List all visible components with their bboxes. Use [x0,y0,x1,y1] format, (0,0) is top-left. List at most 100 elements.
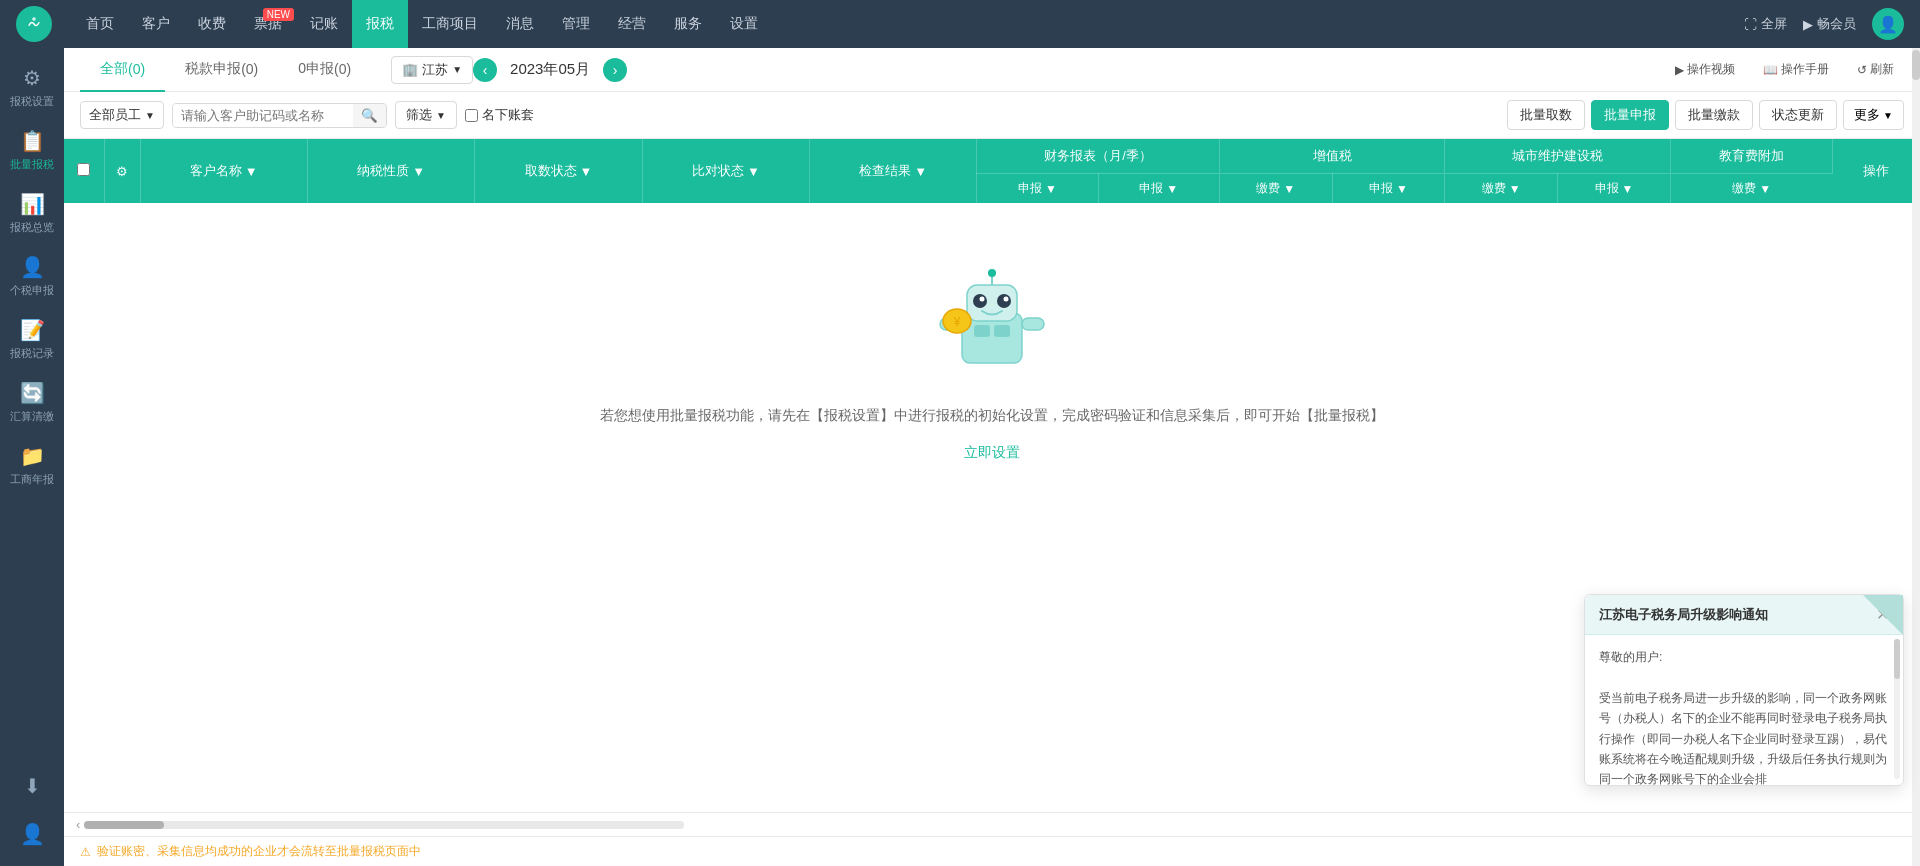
search-input[interactable] [173,104,353,127]
play-icon: ▶ [1803,17,1813,32]
user-avatar[interactable]: 👤 [1872,8,1904,40]
warning-icon: ⚠ [80,845,91,859]
prev-month-button[interactable]: ‹ [473,58,497,82]
sidebar-user[interactable]: 👤 [8,814,56,854]
account-checkbox[interactable] [465,109,478,122]
nav-billing[interactable]: 收费 [184,0,240,48]
vat-dec-filter-icon[interactable]: ▼ [1166,182,1178,196]
batch-declare-btn[interactable]: 批量申报 [1591,100,1669,130]
tab-tax-declaration[interactable]: 税款申报(0) [165,48,278,92]
empty-state-cell: ¥ 若您想使用批量报税功能，请先在【报税设置】中进行报税的初始化设置，完成密码验… [64,203,1920,522]
check-filter-icon[interactable]: ▼ [914,164,927,179]
sidebar-item-annual-report[interactable]: 📁 工商年报 [0,434,64,497]
month-navigator: ‹ 2023年05月 › [473,58,627,82]
employee-label: 全部员工 [89,106,141,124]
nav-invoice[interactable]: 票据 NEW [240,0,296,48]
batch-fetch-btn[interactable]: 批量取数 [1507,100,1585,130]
sidebar-item-settlement[interactable]: 🔄 汇算清缴 [0,371,64,434]
filter-button[interactable]: 筛选 ▼ [395,101,457,129]
nav-home[interactable]: 首页 [72,0,128,48]
region-selector[interactable]: 🏢 江苏 ▼ [391,56,473,84]
sidebar-download[interactable]: ⬇ [8,766,56,806]
svg-text:¥: ¥ [953,315,961,329]
status-bar: ⚠ 验证账密、采集信息均成功的企业才会流转至批量报税页面中 [64,836,1920,866]
tab-action-btns: ▶ 操作视频 📖 操作手册 ↺ 刷新 [1665,57,1904,82]
th-city-tax: 城市维护建设税 [1445,139,1671,174]
svg-rect-10 [974,325,990,337]
operation-video-btn[interactable]: ▶ 操作视频 [1665,57,1745,82]
svg-point-5 [997,294,1011,308]
page-scrollbar[interactable] [1912,48,1920,866]
compare-filter-icon[interactable]: ▼ [747,164,760,179]
nav-customer[interactable]: 客户 [128,0,184,48]
th-vat-declare: 申报▼ [1098,174,1219,204]
city-dec-filter-icon[interactable]: ▼ [1396,182,1408,196]
nav-business[interactable]: 工商项目 [408,0,492,48]
nav-bookkeeping[interactable]: 记账 [296,0,352,48]
nav-business-op[interactable]: 经营 [604,0,660,48]
svg-rect-9 [1022,318,1044,330]
select-all-checkbox[interactable] [77,163,90,176]
more-btn[interactable]: 更多 ▼ [1843,100,1904,130]
tab-bar-right: ▶ 操作视频 📖 操作手册 ↺ 刷新 [1665,57,1904,82]
city-pay-filter-icon[interactable]: ▼ [1509,182,1521,196]
nav-items: 首页 客户 收费 票据 NEW 记账 报税 工商项目 消息 管理 经营 服务 设… [72,0,1744,48]
tax-settings-icon: ⚙ [23,66,41,90]
sidebar-item-tax-settings[interactable]: ⚙ 报税设置 [0,56,64,119]
scroll-left-arrow[interactable]: ‹ [72,817,84,832]
app-logo[interactable] [16,6,52,42]
nav-settings[interactable]: 设置 [716,0,772,48]
search-button[interactable]: 🔍 [353,104,386,127]
region-icon: 🏢 [402,62,418,77]
empty-text: 若您想使用批量报税功能，请先在【报税设置】中进行报税的初始化设置，完成密码验证和… [84,403,1900,428]
sidebar-item-personal-tax[interactable]: 👤 个税申报 [0,245,64,308]
th-vat-pay: 缴费▼ [1219,174,1332,204]
edu-pay-filter-icon[interactable]: ▼ [1759,182,1771,196]
sidebar-item-batch-tax[interactable]: 📋 批量报税 [0,119,64,182]
empty-state-row: ¥ 若您想使用批量报税功能，请先在【报税设置】中进行报税的初始化设置，完成密码验… [64,203,1920,522]
empty-state: ¥ 若您想使用批量报税功能，请先在【报税设置】中进行报税的初始化设置，完成密码验… [64,203,1920,522]
nav-message[interactable]: 消息 [492,0,548,48]
batch-pay-btn[interactable]: 批量缴款 [1675,100,1753,130]
svg-point-15 [988,269,996,277]
tax-nature-filter-icon[interactable]: ▼ [412,164,425,179]
nav-manage[interactable]: 管理 [548,0,604,48]
region-caret-icon: ▼ [452,64,462,75]
personal-tax-icon: 👤 [20,255,45,279]
nav-service[interactable]: 服务 [660,0,716,48]
page-scrollbar-thumb [1912,50,1920,80]
next-month-button[interactable]: › [603,58,627,82]
notification-scrollbar[interactable] [1894,639,1900,779]
settlement-icon: 🔄 [20,381,45,405]
sidebar-item-tax-records[interactable]: 📝 报税记录 [0,308,64,371]
th-city-pay: 缴费▼ [1445,174,1558,204]
toolbar-right: 批量取数 批量申报 批量缴款 状态更新 更多 ▼ [1507,100,1904,130]
fin-dec-filter-icon[interactable]: ▼ [1045,182,1057,196]
nav-tax[interactable]: 报税 [352,0,408,48]
scroll-track[interactable] [84,821,684,829]
top-nav: 首页 客户 收费 票据 NEW 记账 报税 工商项目 消息 管理 经营 服务 设… [0,0,1920,48]
th-check-result: 检查结果▼ [810,139,977,203]
status-update-btn[interactable]: 状态更新 [1759,100,1837,130]
account-checkbox-label[interactable]: 名下账套 [465,106,534,124]
svg-rect-11 [994,325,1010,337]
vat-pay-filter-icon[interactable]: ▼ [1283,182,1295,196]
tab-zero-declaration[interactable]: 0申报(0) [278,48,371,92]
operation-manual-btn[interactable]: 📖 操作手册 [1753,57,1839,82]
sidebar-item-tax-overview[interactable]: 📊 报税总览 [0,182,64,245]
th-operation: 操作 [1832,139,1920,203]
member-btn[interactable]: ▶ 畅会员 [1803,15,1856,33]
batch-tax-icon: 📋 [20,129,45,153]
refresh-btn[interactable]: ↺ 刷新 [1847,57,1904,82]
fullscreen-btn[interactable]: ⛶ 全屏 [1744,15,1787,33]
tab-all[interactable]: 全部(0) [80,48,165,92]
employee-selector[interactable]: 全部员工 ▼ [80,101,164,129]
fetch-status-filter-icon[interactable]: ▼ [580,164,593,179]
customer-filter-icon[interactable]: ▼ [245,164,258,179]
top-nav-right: ⛶ 全屏 ▶ 畅会员 👤 [1744,8,1904,40]
setup-link[interactable]: 立即设置 [964,444,1020,460]
edu-dec-filter-icon[interactable]: ▼ [1622,182,1634,196]
video-icon: ▶ [1675,63,1684,77]
th-education-tax: 教育费附加 [1670,139,1832,174]
th-checkbox [64,139,104,203]
